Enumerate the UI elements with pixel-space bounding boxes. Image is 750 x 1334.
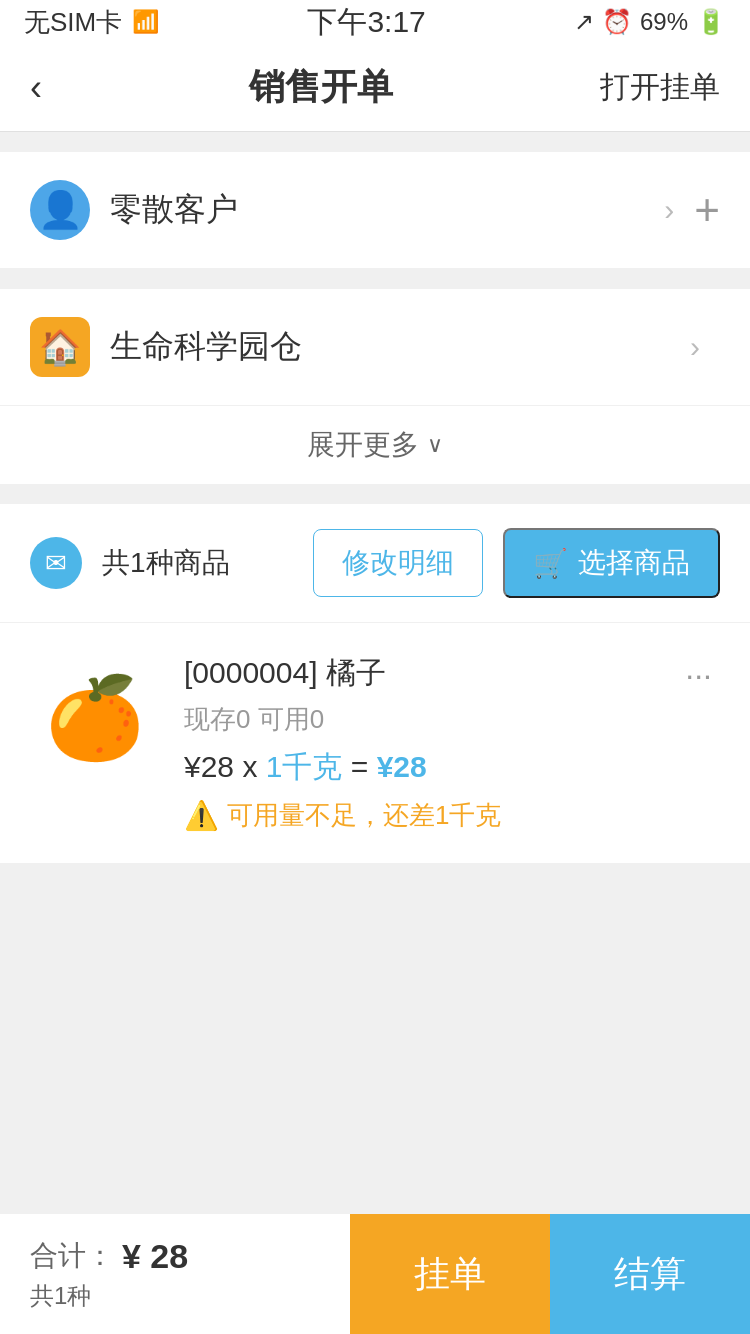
page-title: 销售开单 (249, 63, 393, 112)
select-product-button[interactable]: 🛒 选择商品 (503, 528, 720, 598)
status-bar: 无SIM卡 📶 下午3:17 ↗ ⏰ 69% 🔋 (0, 0, 750, 44)
carrier-text: 无SIM卡 (24, 5, 122, 40)
product-emoji: 🍊 (45, 671, 145, 765)
select-product-label: 选择商品 (578, 544, 690, 582)
footer: 合计： ¥ 28 共1种 挂单 结算 (0, 1214, 750, 1334)
section-gap-1 (0, 132, 750, 152)
pending-label: 挂单 (414, 1250, 486, 1299)
customer-name: 零散客户 (110, 188, 664, 232)
section-gap-3 (0, 484, 750, 504)
avatar-icon: 👤 (38, 189, 83, 231)
customer-row[interactable]: 👤 零散客户 › + (0, 152, 750, 269)
nav-bar: ‹ 销售开单 打开挂单 (0, 44, 750, 132)
alarm-icon: ⏰ (602, 8, 632, 36)
product-title: [0000004] 橘子 (184, 653, 653, 694)
product-image: 🍊 (30, 653, 160, 783)
footer-total: 合计： ¥ 28 共1种 (0, 1214, 350, 1334)
product-total: ¥28 (377, 750, 427, 783)
cross-sign: x (242, 750, 265, 783)
status-left: 无SIM卡 📶 (24, 5, 159, 40)
envelope-icon: ✉ (45, 548, 67, 579)
expand-label: 展开更多 (307, 426, 419, 464)
back-button[interactable]: ‹ (30, 67, 42, 109)
chevron-right-icon: › (664, 193, 674, 227)
total-label: 合计： (30, 1237, 114, 1275)
open-pending-button[interactable]: 打开挂单 (600, 67, 720, 108)
pending-button[interactable]: 挂单 (350, 1214, 550, 1334)
checkout-button[interactable]: 结算 (550, 1214, 750, 1334)
warning-text: 可用量不足，还差1千克 (227, 798, 501, 833)
warning-row: ⚠️ 可用量不足，还差1千克 (184, 798, 653, 833)
warehouse-icon-wrap: 🏠 (30, 317, 90, 377)
cart-icon: 🛒 (533, 547, 568, 580)
warehouse-name: 生命科学园仓 (110, 325, 690, 369)
product-quantity: 1千克 (266, 750, 343, 783)
warehouse-row[interactable]: 🏠 生命科学园仓 › (0, 289, 750, 405)
status-time: 下午3:17 (307, 2, 425, 43)
product-count-text: 共1种商品 (102, 544, 293, 582)
product-name: 橘子 (326, 656, 386, 689)
product-code: [0000004] (184, 656, 317, 689)
section-gap-2 (0, 269, 750, 289)
total-sub-label: 共1种 (30, 1280, 320, 1312)
status-right: ↗ ⏰ 69% 🔋 (574, 8, 726, 36)
expand-arrow-icon: ∨ (427, 432, 443, 458)
product-item: 🍊 [0000004] 橘子 现存0 可用0 ¥28 x 1千克 = ¥28 ⚠… (0, 622, 750, 863)
customer-avatar: 👤 (30, 180, 90, 240)
price-unit: ¥28 (184, 750, 234, 783)
product-more-button[interactable]: ··· (677, 653, 720, 698)
wifi-icon: 📶 (132, 9, 159, 35)
warehouse-chevron-icon: › (690, 330, 700, 364)
equals-sign: = (351, 750, 377, 783)
product-count-icon: ✉ (30, 537, 82, 589)
product-details: [0000004] 橘子 现存0 可用0 ¥28 x 1千克 = ¥28 ⚠️ … (184, 653, 653, 833)
modify-detail-button[interactable]: 修改明细 (313, 529, 483, 597)
battery-icon: 🔋 (696, 8, 726, 36)
total-main: 合计： ¥ 28 (30, 1237, 320, 1276)
location-icon: ↗ (574, 8, 594, 36)
add-customer-button[interactable]: + (694, 188, 720, 232)
battery-text: 69% (640, 8, 688, 36)
total-amount: ¥ 28 (122, 1237, 188, 1276)
warning-icon: ⚠️ (184, 799, 219, 832)
product-section-header: ✉ 共1种商品 修改明细 🛒 选择商品 (0, 504, 750, 622)
warehouse-icon: 🏠 (39, 327, 81, 367)
product-price: ¥28 x 1千克 = ¥28 (184, 747, 653, 788)
expand-more-row[interactable]: 展开更多 ∨ (0, 405, 750, 484)
product-stock: 现存0 可用0 (184, 702, 653, 737)
checkout-label: 结算 (614, 1250, 686, 1299)
